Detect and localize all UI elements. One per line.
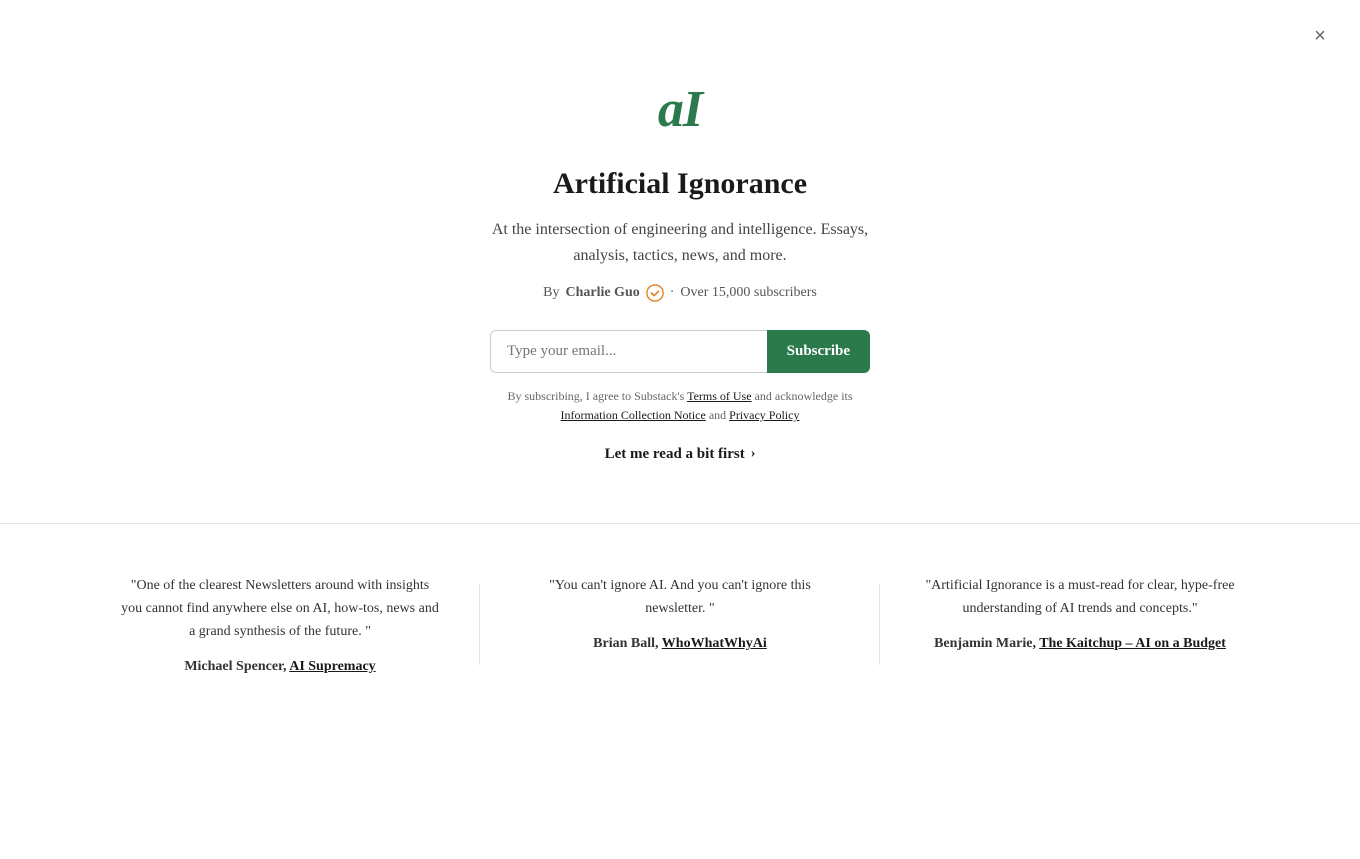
read-first-button[interactable]: Let me read a bit first › <box>605 446 756 463</box>
privacy-policy-link[interactable]: Privacy Policy <box>729 408 799 422</box>
close-button[interactable]: × <box>1304 20 1336 52</box>
terms-text: By subscribing, I agree to Substack's Te… <box>490 387 870 425</box>
subscriber-count: Over 15,000 subscribers <box>680 285 816 301</box>
author-line: By Charlie Guo · Over 15,000 subscribers <box>543 284 817 302</box>
main-container: aI Artificial Ignorance At the intersect… <box>0 0 1360 735</box>
terms-of-use-link[interactable]: Terms of Use <box>687 389 751 403</box>
testimonials-section: "One of the clearest Newsletters around … <box>0 574 1360 675</box>
testimonial-source-link-2[interactable]: WhoWhatWhyAi <box>662 636 767 651</box>
testimonial-quote-1: "One of the clearest Newsletters around … <box>120 574 440 643</box>
verified-icon <box>646 284 664 302</box>
dot-separator: · <box>670 285 675 301</box>
subscribe-button[interactable]: Subscribe <box>767 330 870 373</box>
by-label: By <box>543 285 559 301</box>
collection-notice-link[interactable]: Information Collection Notice <box>561 408 706 422</box>
publication-description: At the intersection of engineering and i… <box>490 217 870 268</box>
testimonial-source-link-1[interactable]: AI Supremacy <box>289 659 375 674</box>
testimonial-author-2: Brian Ball, WhoWhatWhyAi <box>520 636 840 652</box>
author-name: Charlie Guo <box>565 285 639 301</box>
publication-logo: aI <box>658 81 702 138</box>
testimonial-author-1: Michael Spencer, AI Supremacy <box>120 659 440 675</box>
section-divider <box>0 523 1360 524</box>
chevron-right-icon: › <box>751 446 756 462</box>
read-first-label: Let me read a bit first <box>605 446 745 463</box>
email-input[interactable] <box>490 330 767 373</box>
testimonial-quote-2: "You can't ignore AI. And you can't igno… <box>520 574 840 620</box>
testimonial-1: "One of the clearest Newsletters around … <box>80 574 480 675</box>
testimonial-source-link-3[interactable]: The Kaitchup – AI on a Budget <box>1039 636 1226 651</box>
testimonial-author-3: Benjamin Marie, The Kaitchup – AI on a B… <box>920 636 1240 652</box>
publication-title: Artificial Ignorance <box>553 167 807 201</box>
testimonial-2: "You can't ignore AI. And you can't igno… <box>480 574 880 675</box>
close-icon: × <box>1314 25 1326 48</box>
subscribe-form: Subscribe <box>490 330 870 373</box>
logo-area: aI <box>658 80 702 139</box>
testimonial-3: "Artificial Ignorance is a must-read for… <box>880 574 1280 675</box>
testimonial-quote-3: "Artificial Ignorance is a must-read for… <box>920 574 1240 620</box>
